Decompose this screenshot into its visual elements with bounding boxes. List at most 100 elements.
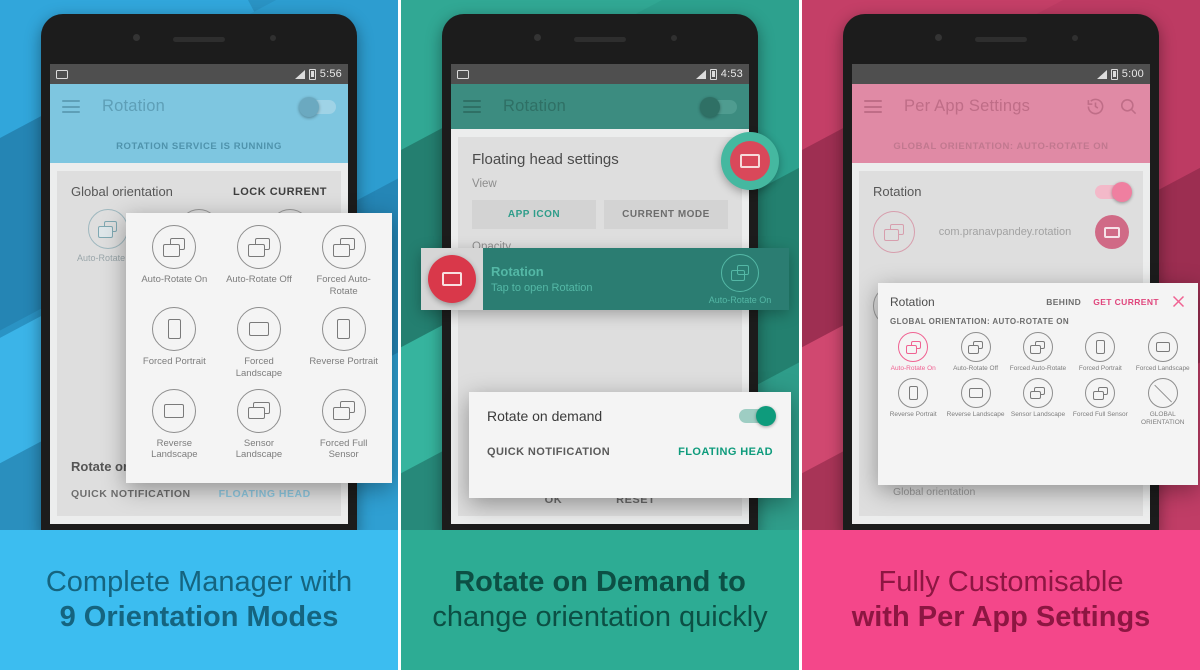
history-icon[interactable] <box>1086 97 1105 116</box>
per-app-orientation-dialog: Rotation BEHIND GET CURRENT GLOBAL ORIEN… <box>878 283 1198 485</box>
mode-cell-sensor-landscape[interactable]: Sensor Landscape <box>1007 378 1069 427</box>
mode-cell-global-orientation[interactable]: GLOBAL ORIENTATION <box>1132 378 1194 427</box>
hamburger-icon[interactable] <box>864 100 882 113</box>
status-bar-1: 5:56 <box>50 64 348 84</box>
service-toggle[interactable] <box>700 96 737 117</box>
mode-cell-reverse-portrait[interactable]: Reverse Portrait <box>882 378 944 427</box>
front-camera-icon <box>935 34 942 41</box>
status-bar-left-1 <box>56 69 295 79</box>
caption-line-2: 9 Orientation Modes <box>59 601 339 633</box>
floating-head-button[interactable]: FLOATING HEAD <box>678 446 773 458</box>
service-toggle[interactable] <box>299 96 336 117</box>
orientation-mode-dialog: Auto-Rotate On Auto-Rotate Off Forced Au… <box>126 213 392 483</box>
service-status-text: ROTATION SERVICE IS RUNNING <box>116 140 282 152</box>
dialog-action-buttons-2: QUICK NOTIFICATION FLOATING HEAD <box>469 424 791 458</box>
behind-button[interactable]: BEHIND <box>1046 297 1081 307</box>
service-status-banner: ROTATION SERVICE IS RUNNING <box>50 129 348 163</box>
mode-cell-auto-rotate-on[interactable]: Auto-Rotate On <box>882 332 944 373</box>
status-bar-right-3: 5:00 <box>1096 68 1144 80</box>
close-icon[interactable] <box>1171 294 1186 309</box>
phone-top-bezel-3 <box>852 14 1150 64</box>
proximity-sensor-icon <box>1072 35 1078 41</box>
card-action-buttons-1: QUICK NOTIFICATION FLOATING HEAD <box>57 480 341 516</box>
rotation-toggle[interactable] <box>1095 181 1132 202</box>
status-bar-clock: 5:56 <box>319 68 342 80</box>
auto-rotate-on-icon <box>898 332 929 362</box>
orientation-mode-grid: Auto-Rotate On Auto-Rotate Off Forced Au… <box>132 225 386 470</box>
mode-cell-forced-auto-rotate[interactable]: Forced Auto-Rotate <box>301 225 386 298</box>
forced-portrait-icon <box>152 306 197 351</box>
mode-cell-reverse-portrait[interactable]: Reverse Portrait <box>301 306 386 380</box>
panel-2-caption: Rotate on Demand to change orientation q… <box>401 530 799 670</box>
get-current-button[interactable]: GET CURRENT <box>1093 297 1159 307</box>
app-bar-title: Per App Settings <box>904 97 1031 115</box>
rotate-on-demand-row: Rotate on demand <box>469 392 791 426</box>
screenshot-icon <box>457 69 469 79</box>
mode-label: Auto-Rotate On <box>141 274 208 285</box>
status-bar-clock: 4:53 <box>720 68 743 80</box>
mode-label: Auto-Rotate Off <box>226 274 292 285</box>
app-bar-1: Rotation <box>50 84 348 129</box>
feature-graphic-board: 5:56 Rotation ROTATION SERVICE IS RUNNIN… <box>0 0 1200 670</box>
current-mode-option[interactable]: CURRENT MODE <box>604 200 728 229</box>
app-bar-2: Rotation <box>451 84 749 129</box>
mode-cell-reverse-landscape[interactable]: Reverse Landscape <box>132 388 217 462</box>
search-icon[interactable] <box>1119 97 1138 116</box>
battery-icon <box>308 68 316 80</box>
notification-mode-action[interactable]: Auto-Rotate On <box>691 253 789 305</box>
mode-cell-forced-portrait[interactable]: Forced Portrait <box>132 306 217 380</box>
notification-icon-slot <box>421 248 483 310</box>
front-camera-icon <box>534 34 541 41</box>
mode-cell-auto-rotate-on[interactable]: Auto-Rotate On <box>132 225 217 298</box>
mode-cell-forced-full-sensor[interactable]: Forced Full Sensor <box>301 388 386 462</box>
floating-head-button[interactable]: FLOATING HEAD <box>219 488 311 500</box>
app-package-name: com.pranavpandey.rotation <box>938 225 1072 238</box>
mode-cell-auto-rotate-off[interactable]: Auto-Rotate Off <box>217 225 302 298</box>
hamburger-icon[interactable] <box>62 100 80 113</box>
reverse-portrait-icon <box>321 306 366 351</box>
panel-rotation-modes: 5:56 Rotation ROTATION SERVICE IS RUNNIN… <box>0 0 398 670</box>
mode-cell-reverse-landscape[interactable]: Reverse Landscape <box>944 378 1006 427</box>
app-icon-option[interactable]: APP ICON <box>472 200 596 229</box>
mode-label: Reverse Portrait <box>889 411 937 419</box>
reverse-portrait-icon <box>898 378 929 409</box>
mode-cell-forced-portrait[interactable]: Forced Portrait <box>1069 332 1131 373</box>
global-orientation-icon <box>1147 378 1178 409</box>
mode-cell-forced-auto-rotate[interactable]: Forced Auto-Rotate <box>1007 332 1069 373</box>
forced-portrait-icon <box>1085 332 1116 362</box>
quick-notification-button[interactable]: QUICK NOTIFICATION <box>487 446 610 458</box>
earpiece-speaker <box>975 37 1027 42</box>
table-row[interactable]: com.pranavpandey.rotation <box>859 201 1143 263</box>
mode-cell-forced-landscape[interactable]: Forced Landscape <box>1132 332 1194 373</box>
mode-label: Forced Portrait <box>1078 365 1122 372</box>
front-camera-icon <box>133 34 140 41</box>
hamburger-icon[interactable] <box>463 100 481 113</box>
mode-label: GLOBAL ORIENTATION <box>1141 411 1185 427</box>
mode-cell-sensor-landscape[interactable]: Sensor Landscape <box>217 388 302 462</box>
lock-current-button[interactable]: LOCK CURRENT <box>233 186 327 198</box>
notification-title: Rotation <box>491 264 544 279</box>
status-bar-left-2 <box>457 69 696 79</box>
mode-cell-forced-full-sensor[interactable]: Forced Full Sensor <box>1069 378 1131 427</box>
mode-cell-forced-landscape[interactable]: Forced Landscape <box>217 306 302 380</box>
current-mode-icon[interactable] <box>1095 215 1129 249</box>
status-bar-2: 4:53 <box>451 64 749 84</box>
global-orientation-banner: GLOBAL ORIENTATION: AUTO-ROTATE ON <box>852 129 1150 163</box>
caption-line-1: Fully Customisable <box>878 565 1124 598</box>
auto-rotate-off-icon <box>236 225 281 269</box>
battery-icon <box>1110 68 1118 80</box>
dialog-header-3: Rotation BEHIND GET CURRENT <box>878 283 1198 309</box>
status-bar-right-2: 4:53 <box>695 68 743 80</box>
global-orientation-label: Global orientation <box>71 184 173 199</box>
app-bar-title: Rotation <box>503 97 567 115</box>
rotate-on-demand-label: Rotate on demand <box>487 408 603 424</box>
caption-line-1: Complete Manager with <box>45 565 353 598</box>
global-orientation-mode-label: Global orientation <box>893 486 976 498</box>
rotate-on-demand-toggle[interactable] <box>739 406 776 426</box>
rotation-label: Rotation <box>873 184 922 199</box>
mode-label: Forced Auto-Rotate <box>1009 365 1067 372</box>
rotation-notification[interactable]: Rotation Tap to open Rotation Auto-Rotat… <box>421 248 789 310</box>
floating-head-bubble[interactable] <box>721 132 779 190</box>
quick-notification-button[interactable]: QUICK NOTIFICATION <box>71 488 191 500</box>
mode-cell-auto-rotate-off[interactable]: Auto-Rotate Off <box>944 332 1006 373</box>
